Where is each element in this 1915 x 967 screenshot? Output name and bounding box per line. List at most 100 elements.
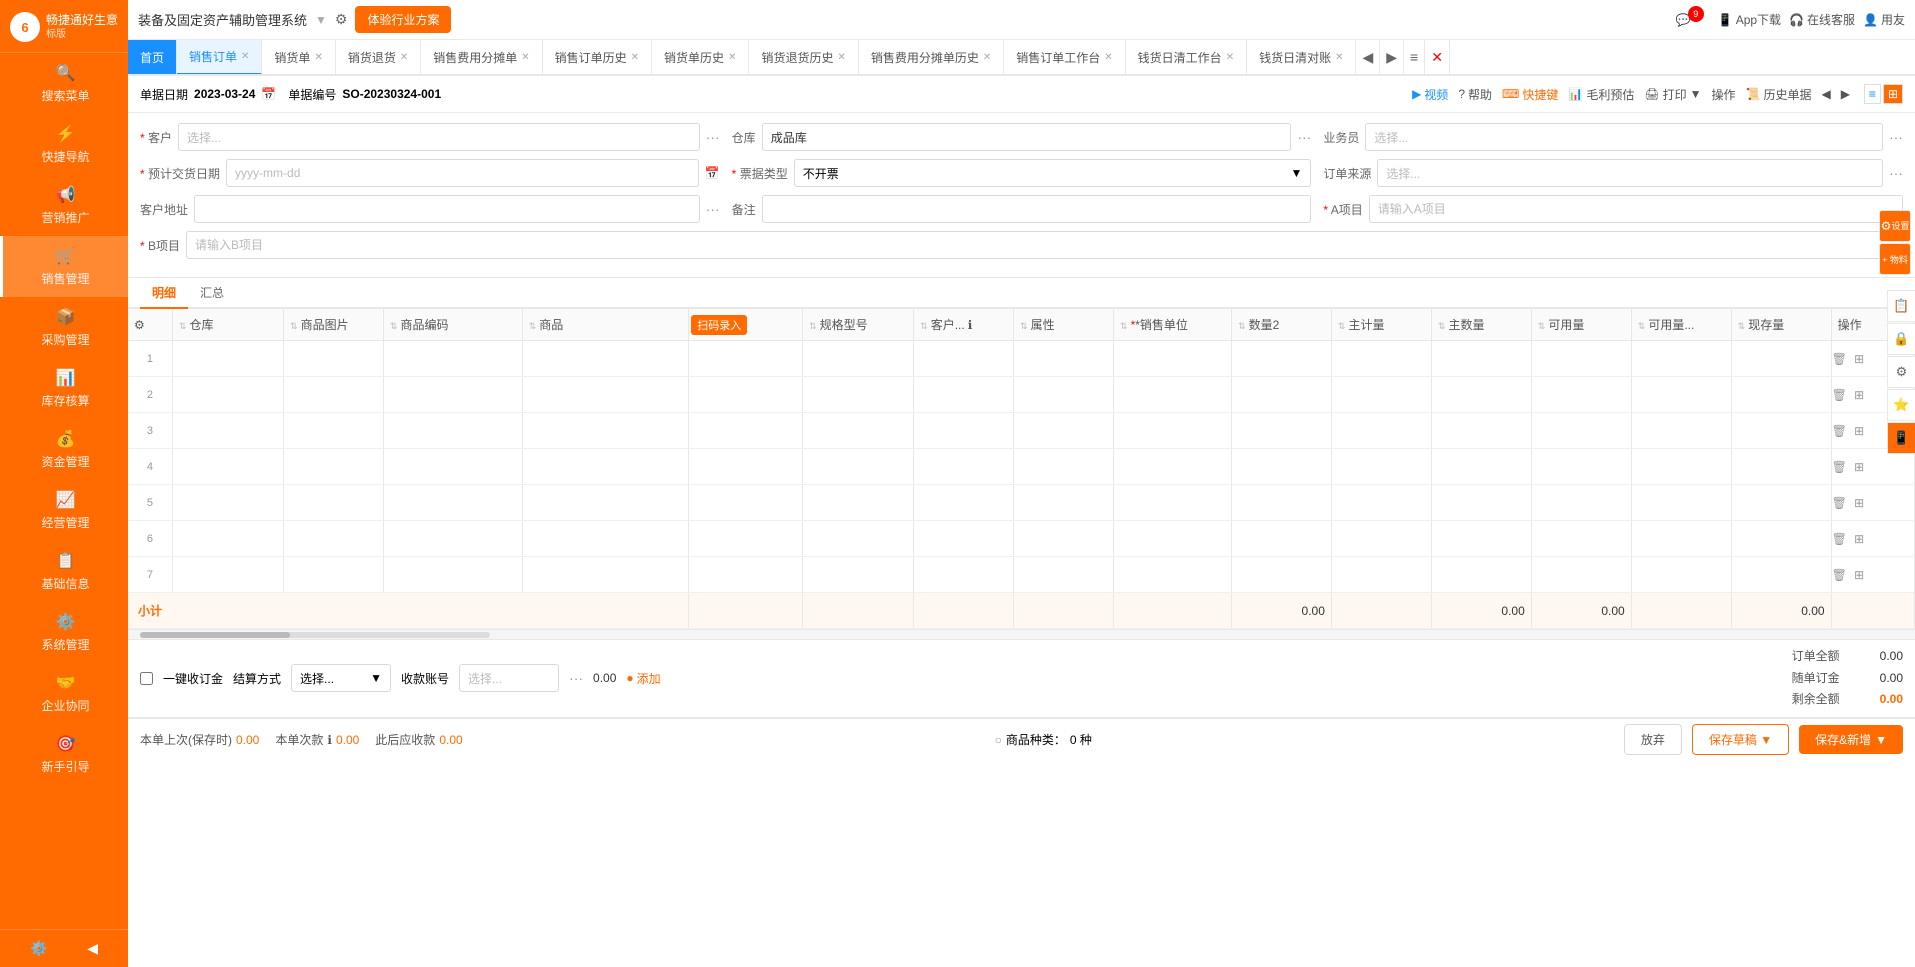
tab-close-order-history[interactable]: ✕ [631, 52, 639, 63]
invoice-type-select[interactable]: 不开票 ▼ [794, 159, 1312, 187]
row-1-available[interactable] [1531, 341, 1631, 377]
address-input[interactable] [194, 195, 700, 223]
operate-btn[interactable]: 操作 [1711, 86, 1735, 103]
a-project-input[interactable] [1369, 195, 1903, 223]
row-2-copy-icon[interactable]: ⊞ [1854, 388, 1864, 402]
order-source-more-btn[interactable]: ··· [1889, 165, 1903, 181]
sidebar-item-quicknav[interactable]: ⚡ 快捷导航 [0, 114, 128, 175]
sidebar-item-system[interactable]: ⚙️ 系统管理 [0, 602, 128, 663]
row-3-copy-icon[interactable]: ⊞ [1854, 424, 1864, 438]
help-btn[interactable]: ? 帮助 [1458, 86, 1492, 103]
tab-cash-workspace[interactable]: 钱货日清工作台 ✕ [1126, 40, 1247, 75]
sidebar-collapse-icon[interactable]: ◀ [87, 940, 98, 957]
row-4-warehouse[interactable] [172, 449, 283, 485]
order-source-input[interactable]: 选择... [1377, 159, 1883, 187]
tab-home[interactable]: 首页 [128, 40, 177, 75]
tabs-list-btn[interactable]: ≡ [1404, 40, 1425, 75]
tab-close-cash-workspace[interactable]: ✕ [1226, 52, 1234, 63]
solution-button[interactable]: 体验行业方案 [355, 6, 451, 33]
row-2-warehouse[interactable] [172, 377, 283, 413]
footer-add-btn[interactable]: ● 添加 [626, 670, 660, 687]
row-2-main-unit[interactable] [1331, 377, 1431, 413]
print-btn[interactable]: 🖨 打印 ▼ [1644, 86, 1701, 103]
customer-more-btn[interactable]: ··· [706, 129, 720, 145]
row-3-warehouse[interactable] [172, 413, 283, 449]
row-1-customer-code[interactable] [914, 341, 1014, 377]
user-btn[interactable]: 👤 用友 [1863, 11, 1905, 28]
row-3-product-image[interactable] [283, 413, 383, 449]
tab-sales-fee-history[interactable]: 销售费用分摊单历史 ✕ [859, 40, 1004, 75]
row-2-spec[interactable] [803, 377, 914, 413]
sidebar-item-sales[interactable]: 🛒 销售管理 [0, 236, 128, 297]
tab-close-sales-order[interactable]: ✕ [241, 51, 249, 62]
delivery-date-input[interactable] [226, 159, 699, 187]
add-material-btn[interactable]: + 物料 [1879, 243, 1911, 275]
row-6-copy-icon[interactable]: ⊞ [1854, 532, 1864, 546]
row-4-delete-icon[interactable]: 🗑 [1832, 460, 1847, 474]
row-1-product[interactable] [522, 341, 689, 377]
row-3-main-unit[interactable] [1331, 413, 1431, 449]
row-2-available[interactable] [1531, 377, 1631, 413]
row-3-spec[interactable] [803, 413, 914, 449]
one-click-checkbox[interactable] [140, 672, 153, 685]
row-1-warehouse[interactable] [172, 341, 283, 377]
row-7-copy-icon[interactable]: ⊞ [1854, 568, 1864, 582]
tab-close-sales-refund[interactable]: ✕ [400, 52, 408, 63]
side-icon-1[interactable]: 📋 [1887, 290, 1915, 322]
row-3-attributes[interactable] [1014, 413, 1114, 449]
sidebar-item-inventory[interactable]: 📊 库存核算 [0, 358, 128, 419]
side-icon-2[interactable]: 🔒 [1887, 323, 1915, 355]
tabs-close-btn[interactable]: ✕ [1425, 40, 1450, 75]
tab-detail[interactable]: 明细 [140, 278, 188, 309]
row-1-attributes[interactable] [1014, 341, 1114, 377]
row-1-spec[interactable] [803, 341, 914, 377]
tab-close-order-workspace[interactable]: ✕ [1104, 52, 1112, 63]
row-3-sales-unit[interactable] [1113, 413, 1231, 449]
row-1-current-stock[interactable] [1731, 341, 1831, 377]
history-btn[interactable]: 📜 历史单据 [1745, 86, 1811, 103]
sidebar-item-marketing[interactable]: 📢 营销推广 [0, 175, 128, 236]
row-3-product-code[interactable] [383, 413, 522, 449]
tab-sales-refund[interactable]: 销货退货 ✕ [336, 40, 421, 75]
tab-close-fee-split[interactable]: ✕ [521, 52, 529, 63]
col-settings[interactable]: ⚙ [128, 309, 172, 341]
staff-more-btn[interactable]: ··· [1889, 129, 1903, 145]
row-3-main-qty[interactable] [1431, 413, 1531, 449]
row-1-product-image[interactable] [283, 341, 383, 377]
row-3-delete-icon[interactable]: 🗑 [1832, 424, 1847, 438]
tab-close-cash-reconcile[interactable]: ✕ [1335, 52, 1343, 63]
nav-next-btn[interactable]: ▶ [1841, 87, 1850, 101]
row-3-available[interactable] [1531, 413, 1631, 449]
topbar-dropdown-icon[interactable]: ▼ [315, 13, 327, 27]
account-select[interactable]: 选择... [459, 664, 559, 692]
customer-input[interactable]: 选择... [178, 123, 700, 151]
topbar-settings-icon[interactable]: ⚙ [335, 11, 348, 28]
b-project-input[interactable] [186, 231, 1903, 259]
payment-method-select[interactable]: 选择... ▼ [291, 664, 391, 692]
calendar-icon[interactable]: 📅 [261, 87, 276, 101]
row-1-main-unit[interactable] [1331, 341, 1431, 377]
message-btn[interactable]: 💬 9 [1676, 12, 1710, 28]
row-1-qty2[interactable] [1231, 341, 1331, 377]
address-more-btn[interactable]: ··· [706, 201, 720, 217]
save-draft-button[interactable]: 保存草稿 ▼ [1692, 724, 1789, 755]
remarks-input[interactable] [762, 195, 1312, 223]
shortcut-btn[interactable]: ⌨ 快捷键 [1502, 86, 1558, 103]
table-settings-icon[interactable]: ⚙ [134, 318, 145, 332]
row-2-product-image[interactable] [283, 377, 383, 413]
row-2-qty2[interactable] [1231, 377, 1331, 413]
tab-close-fee-history[interactable]: ✕ [983, 52, 991, 63]
row-2-main-qty[interactable] [1431, 377, 1531, 413]
tab-sales-order[interactable]: 销售订单 ✕ [177, 40, 262, 75]
row-3-current-stock[interactable] [1731, 413, 1831, 449]
nav-prev-btn[interactable]: ◀ [1821, 87, 1830, 101]
row-2-product-code[interactable] [383, 377, 522, 413]
row-1-main-qty[interactable] [1431, 341, 1531, 377]
tabs-prev-btn[interactable]: ◀ [1356, 40, 1380, 75]
tab-sales-return[interactable]: 销货单 ✕ [262, 40, 335, 75]
row-1-sales-unit[interactable] [1113, 341, 1231, 377]
row-3-customer-code[interactable] [914, 413, 1014, 449]
video-btn[interactable]: ▶ 视频 [1412, 86, 1448, 103]
side-icon-5[interactable]: 📱 [1887, 422, 1915, 454]
online-service-btn[interactable]: 🎧 在线客服 [1789, 11, 1855, 28]
